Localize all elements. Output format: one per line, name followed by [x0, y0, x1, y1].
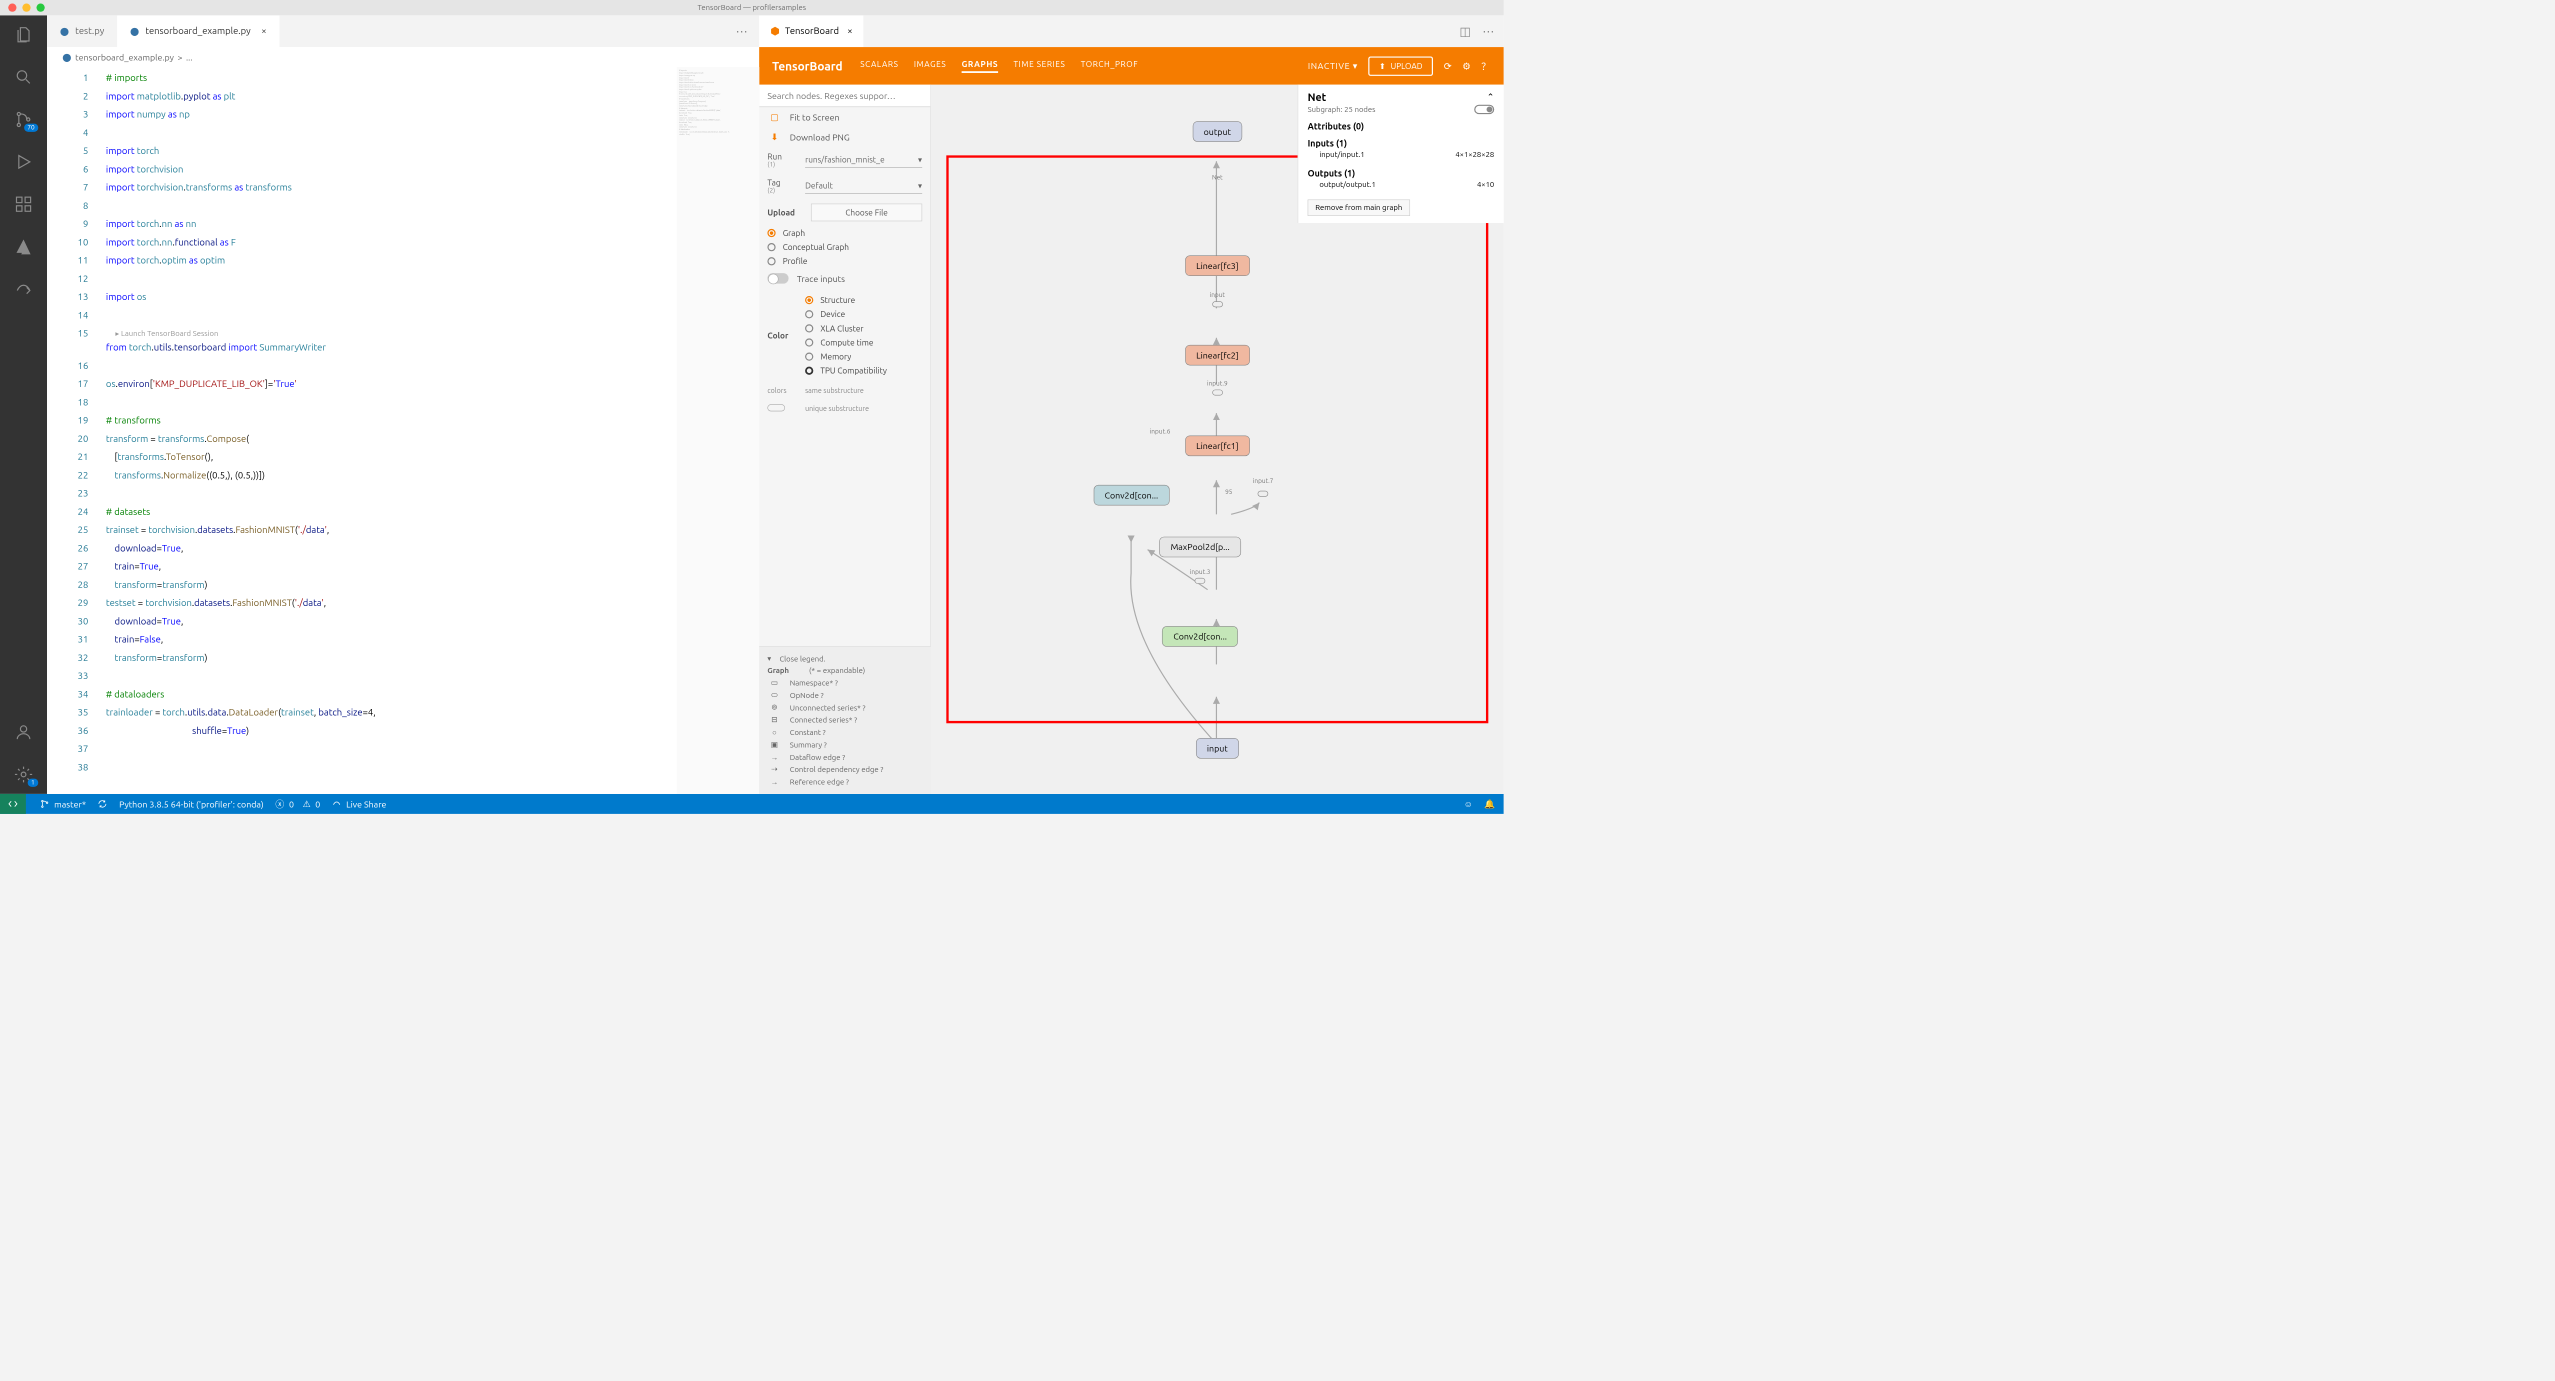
accounts-icon[interactable] [12, 721, 34, 743]
tag-select[interactable]: Default▾ [805, 178, 922, 193]
minimize-window[interactable] [22, 4, 30, 12]
tab-tensorboard-example-py[interactable]: ⬤tensorboard_example.py× [117, 15, 279, 47]
run-debug-icon[interactable] [12, 151, 34, 173]
titlebar: TensorBoard — profilersamples [0, 0, 1504, 15]
legend: ▾Close legend. Graph (* = expandable) ▭N… [759, 646, 931, 794]
sync[interactable] [98, 799, 107, 808]
status-bar: master* Python 3.8.5 64-bit ('profiler':… [0, 794, 1504, 814]
download-icon: ⬇ [767, 132, 781, 143]
fit-icon: ▢ [767, 112, 781, 123]
chevron-down-icon: ▾ [1353, 61, 1358, 71]
python-icon: ⬤ [60, 26, 69, 36]
run-select[interactable]: runs/fashion_mnist_e▾ [805, 152, 922, 167]
feedback-icon[interactable]: ☺ [1464, 799, 1473, 810]
remote-indicator[interactable] [0, 794, 26, 814]
settings-gear-icon[interactable]: 1 [12, 763, 34, 785]
window-title: TensorBoard — profilersamples [698, 4, 807, 12]
breadcrumb[interactable]: ⬤ tensorboard_example.py > ... [47, 47, 759, 67]
remove-from-graph-button[interactable]: Remove from main graph [1308, 200, 1410, 216]
upload-button[interactable]: ⬆UPLOAD [1368, 56, 1433, 75]
editor-tabs: ⬤test.py ⬤tensorboard_example.py× ⋯ [47, 15, 759, 47]
choose-file-button[interactable]: Choose File [811, 204, 922, 222]
nav-graphs[interactable]: GRAPHS [962, 59, 999, 73]
radio-graph[interactable]: Graph [759, 226, 930, 240]
nav-images[interactable]: IMAGES [914, 59, 946, 73]
trace-inputs-toggle[interactable]: Trace inputs [759, 268, 930, 288]
close-icon[interactable]: × [847, 26, 852, 37]
problems[interactable]: ⓧ 0 ⚠ 0 [275, 798, 320, 810]
close-icon[interactable]: × [261, 26, 266, 37]
tab-tensorboard[interactable]: TensorBoard × [759, 15, 863, 47]
info-title: Net [1308, 92, 1327, 104]
panel-tabs: TensorBoard × ◫ ⋯ [759, 15, 1503, 47]
info-input-row[interactable]: input/input.14×1×28×28 [1308, 148, 1495, 161]
minimap[interactable]: # importsimport matplotlib.pyplot as plt… [677, 67, 759, 794]
selection-highlight [946, 155, 1488, 723]
activity-bar: 70 1 [0, 15, 47, 794]
nav-torch-prof[interactable]: TORCH_PROF [1081, 59, 1138, 73]
branch[interactable]: master* [40, 799, 86, 809]
upload-icon: ⬆ [1379, 61, 1386, 71]
notifications-icon[interactable]: 🔔 [1484, 799, 1495, 810]
search-icon[interactable] [12, 66, 34, 88]
help-icon[interactable]: ？ [1481, 59, 1490, 73]
more-icon[interactable]: ⋯ [1482, 24, 1494, 38]
split-editor-icon[interactable]: ◫ [1460, 24, 1471, 38]
color-compute[interactable]: Compute time [805, 335, 922, 349]
close-window[interactable] [8, 4, 16, 12]
maximize-window[interactable] [36, 4, 44, 12]
color-tpu[interactable]: TPU Compatibility [805, 364, 922, 378]
files-icon[interactable] [12, 24, 34, 46]
tb-nav: SCALARS IMAGES GRAPHS TIME SERIES TORCH_… [860, 59, 1138, 73]
extensions-icon[interactable] [12, 193, 34, 215]
share-icon[interactable] [12, 278, 34, 300]
color-memory[interactable]: Memory [805, 350, 922, 364]
nav-scalars[interactable]: SCALARS [860, 59, 898, 73]
download-png[interactable]: ⬇Download PNG [759, 127, 930, 147]
code-editor[interactable]: 1234567891011121314151617181920212223242… [47, 67, 677, 794]
node-info-panel: Net ⌃ Subgraph: 25 nodes Attributes (0) … [1298, 85, 1504, 223]
search-nodes-input[interactable] [759, 85, 930, 107]
tab-test-py[interactable]: ⬤test.py [47, 15, 117, 47]
fit-to-screen[interactable]: ▢Fit to Screen [759, 107, 930, 127]
subgraph-toggle[interactable] [1474, 105, 1494, 114]
source-control-icon[interactable]: 70 [12, 108, 34, 130]
radio-profile[interactable]: Profile [759, 254, 930, 268]
python-icon: ⬤ [130, 26, 139, 36]
graph-sidebar: ▢Fit to Screen ⬇Download PNG Run(1) runs… [759, 85, 931, 794]
info-output-row[interactable]: output/output.14×10 [1308, 178, 1495, 191]
state-dropdown[interactable]: INACTIVE ▾ [1308, 61, 1358, 72]
settings-icon[interactable]: ⚙ [1462, 60, 1470, 71]
radio-conceptual[interactable]: Conceptual Graph [759, 240, 930, 254]
tensorboard-logo: TensorBoard [772, 59, 842, 73]
close-legend[interactable]: ▾Close legend. [767, 653, 922, 665]
node-output[interactable]: output [1192, 121, 1242, 142]
more-icon[interactable]: ⋯ [736, 24, 748, 38]
reload-icon[interactable]: ⟳ [1444, 60, 1452, 71]
node-input[interactable]: input [1196, 738, 1239, 759]
chevron-up-icon[interactable]: ⌃ [1487, 92, 1494, 104]
tensorboard-header: TensorBoard SCALARS IMAGES GRAPHS TIME S… [759, 47, 1503, 85]
live-share[interactable]: Live Share [332, 799, 386, 809]
color-structure[interactable]: Structure [805, 293, 922, 307]
color-xla[interactable]: XLA Cluster [805, 321, 922, 335]
azure-icon[interactable] [12, 235, 34, 257]
color-device[interactable]: Device [805, 307, 922, 321]
python-env[interactable]: Python 3.8.5 64-bit ('profiler': conda) [119, 799, 264, 809]
nav-time-series[interactable]: TIME SERIES [1013, 59, 1065, 73]
python-icon: ⬤ [62, 52, 71, 62]
